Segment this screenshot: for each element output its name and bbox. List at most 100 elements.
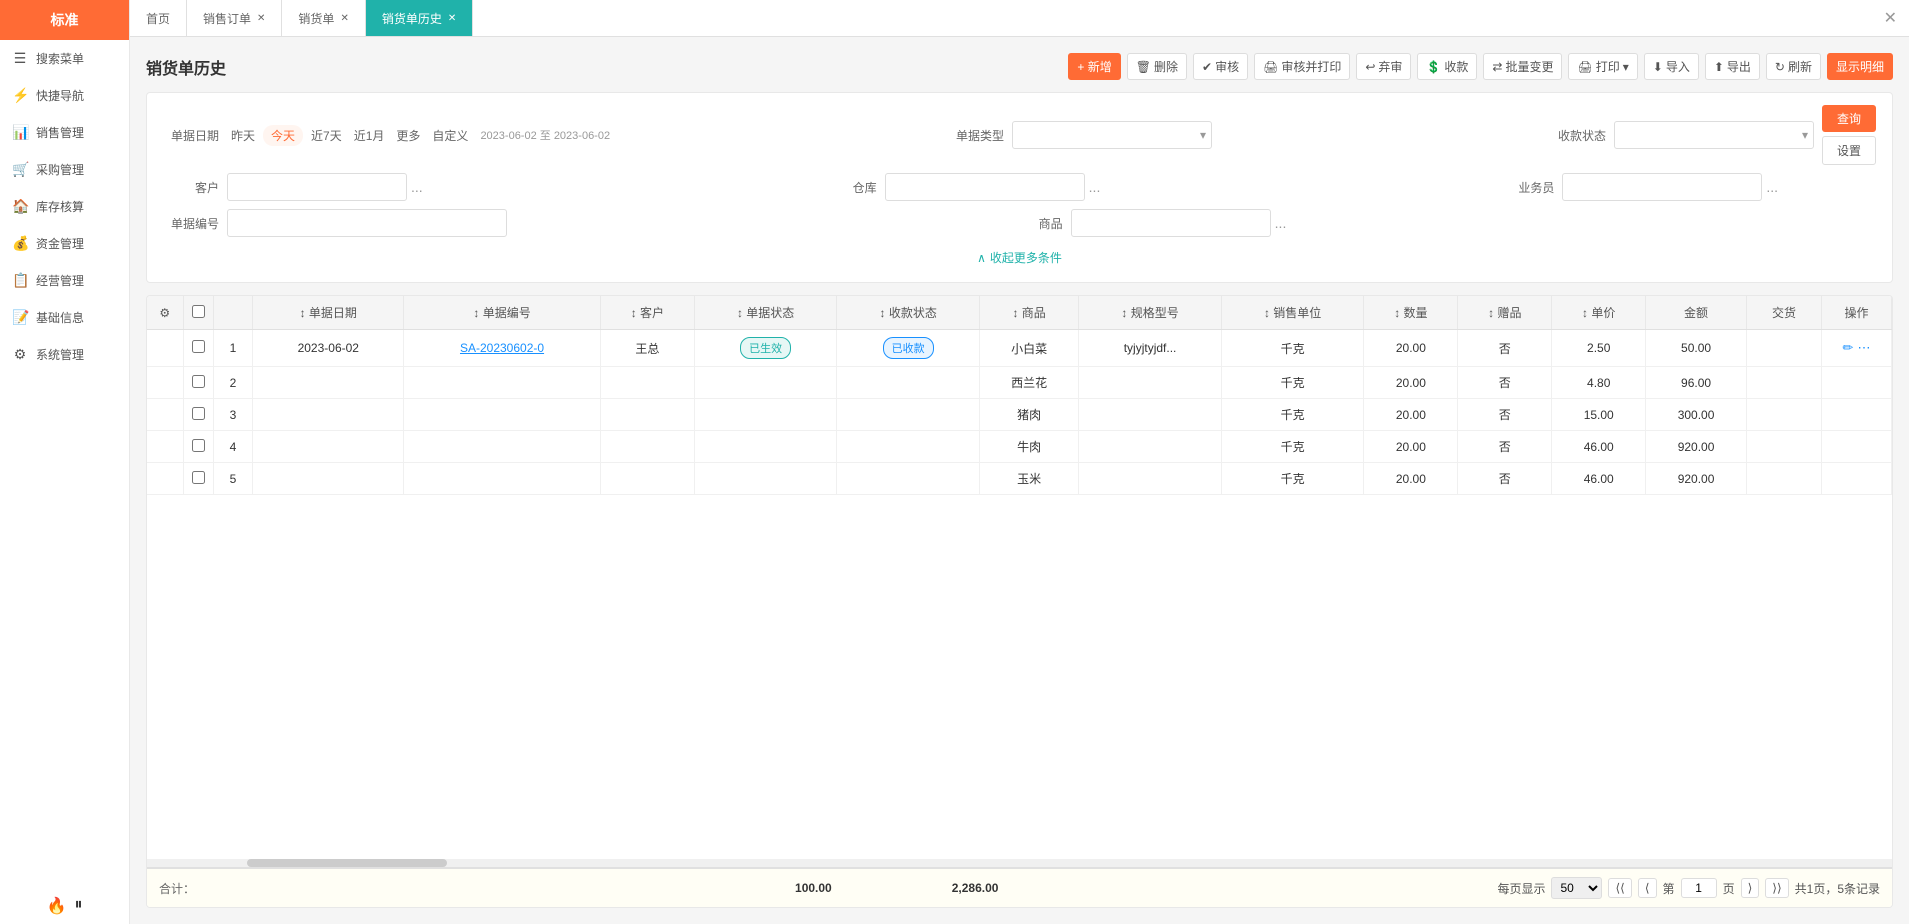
approve-print-button[interactable]: 🖨 审核并打印	[1254, 53, 1350, 80]
row-checkbox-4[interactable]	[192, 471, 205, 484]
sidebar-item-search-menu[interactable]: ☰ 搜索菜单	[0, 40, 129, 77]
shortcut-yesterday[interactable]: 昨天	[227, 125, 259, 146]
th-goods[interactable]: ↕ 商品	[979, 296, 1078, 330]
select-all-checkbox[interactable]	[192, 305, 205, 318]
new-button[interactable]: + 新增	[1068, 53, 1120, 80]
more-btn[interactable]: ⋯	[1855, 338, 1872, 357]
td-check[interactable]	[183, 399, 213, 431]
export-button[interactable]: ⬆ 导出	[1705, 53, 1760, 80]
shortcut-7days[interactable]: 近7天	[307, 125, 346, 146]
th-doc-no[interactable]: ↕ 单据编号	[404, 296, 601, 330]
print-button[interactable]: 🖨 打印 ▾	[1568, 53, 1637, 80]
scrollbar-thumb[interactable]	[247, 859, 447, 867]
td-check[interactable]	[183, 367, 213, 399]
sidebar-item-ops-mgmt[interactable]: 📋 经营管理	[0, 262, 129, 299]
td-doc-no[interactable]: SA-20230602-0	[404, 330, 601, 367]
tab-sales-order[interactable]: 销售订单 ✕	[187, 0, 282, 36]
row-checkbox-1[interactable]	[192, 375, 205, 388]
td-check[interactable]	[183, 330, 213, 367]
settings-button[interactable]: 设置	[1822, 136, 1876, 165]
customer-input[interactable]	[227, 173, 407, 201]
edit-btn[interactable]: ✏	[1841, 338, 1856, 357]
delete-button[interactable]: 🗑 删除	[1127, 53, 1187, 80]
sidebar-item-quick-nav[interactable]: ⚡ 快捷导航	[0, 77, 129, 114]
prev-page-btn[interactable]: ⟨	[1638, 878, 1657, 898]
tab-sales-history-close[interactable]: ✕	[448, 13, 456, 24]
sidebar-item-sys-mgmt[interactable]: ⚙ 系统管理	[0, 336, 129, 373]
collapse-filter-button[interactable]: ∧ 收起更多条件	[163, 245, 1876, 270]
horizontal-scrollbar[interactable]	[147, 859, 1892, 867]
doc-number-input[interactable]	[227, 209, 507, 237]
td-actions[interactable]	[1822, 431, 1892, 463]
row-checkbox-3[interactable]	[192, 439, 205, 452]
per-page-select[interactable]: 50 100 200	[1551, 877, 1602, 899]
tab-bar: 首页 销售订单 ✕ 销货单 ✕ 销货单历史 ✕ ✕	[130, 0, 1909, 37]
salesperson-select-icon[interactable]: ...	[1766, 179, 1778, 195]
th-qty[interactable]: ↕ 数量	[1364, 296, 1458, 330]
page-input[interactable]	[1681, 878, 1717, 898]
warehouse-input[interactable]	[885, 173, 1085, 201]
next-page-btn[interactable]: ⟩	[1741, 878, 1760, 898]
th-spec[interactable]: ↕ 规格型号	[1079, 296, 1222, 330]
th-gear[interactable]: ⚙	[147, 296, 183, 330]
th-unit[interactable]: ↕ 销售单位	[1221, 296, 1364, 330]
th-doc-status[interactable]: ↕ 单据状态	[694, 296, 837, 330]
shortcut-1month[interactable]: 近1月	[350, 125, 389, 146]
doc-no-link[interactable]: SA-20230602-0	[460, 341, 544, 355]
refresh-button[interactable]: ↻ 刷新	[1766, 53, 1821, 80]
payment-status-select[interactable]	[1614, 121, 1814, 149]
show-detail-button[interactable]: 显示明细	[1827, 53, 1893, 80]
import-button[interactable]: ⬇ 导入	[1644, 53, 1699, 80]
sidebar-item-basic-info[interactable]: 📝 基础信息	[0, 299, 129, 336]
td-check[interactable]	[183, 463, 213, 495]
td-spec	[1079, 399, 1222, 431]
first-page-btn[interactable]: ⟨⟨	[1608, 878, 1631, 898]
th-pay-status[interactable]: ↕ 收款状态	[837, 296, 980, 330]
customer-select-icon[interactable]: ...	[411, 179, 423, 195]
batch-change-button[interactable]: ⇄ 批量变更	[1483, 53, 1562, 80]
pause-icon[interactable]: ⏸	[74, 896, 82, 916]
fire-icon[interactable]: 🔥	[47, 896, 67, 916]
sidebar-item-inventory[interactable]: 🏠 库存核算	[0, 188, 129, 225]
basic-info-icon: 📝	[12, 309, 28, 326]
approve-button[interactable]: ✔ 审核	[1193, 53, 1248, 80]
goods-input[interactable]	[1071, 209, 1271, 237]
td-actions[interactable]	[1822, 367, 1892, 399]
sidebar-item-finance[interactable]: 💰 资金管理	[0, 225, 129, 262]
th-price[interactable]: ↕ 单价	[1552, 296, 1646, 330]
th-gift[interactable]: ↕ 赠品	[1458, 296, 1552, 330]
td-customer	[600, 367, 694, 399]
tab-home[interactable]: 首页	[130, 0, 187, 36]
doc-type-select[interactable]	[1012, 121, 1212, 149]
collect-button[interactable]: 💲 收款	[1417, 53, 1477, 80]
page-label: 第	[1663, 880, 1675, 897]
last-page-btn[interactable]: ⟩⟩	[1765, 878, 1788, 898]
goods-select-icon[interactable]: ...	[1275, 215, 1287, 231]
sidebar-item-sales-mgmt[interactable]: 📊 销售管理	[0, 114, 129, 151]
td-doc-status: 已生效	[694, 330, 837, 367]
th-check[interactable]	[183, 296, 213, 330]
table-scroll[interactable]: ⚙ ↕ 单据日期 ↕ 单据编号 ↕ 客户 ↕ 单据状态 ↕ 收款状态 ↕ 商品 …	[147, 296, 1892, 859]
abandon-button[interactable]: ↩ 弃审	[1356, 53, 1411, 80]
row-checkbox-0[interactable]	[192, 340, 205, 353]
warehouse-select-icon[interactable]: ...	[1089, 179, 1101, 195]
shortcut-today[interactable]: 今天	[263, 125, 303, 146]
shortcut-more[interactable]: 更多	[392, 125, 424, 146]
tab-sales-history[interactable]: 销货单历史 ✕	[366, 0, 473, 36]
salesperson-input[interactable]	[1562, 173, 1762, 201]
td-check[interactable]	[183, 431, 213, 463]
td-actions[interactable]: ✏⋯	[1822, 330, 1892, 367]
td-actions[interactable]	[1822, 399, 1892, 431]
sidebar-item-purchase-mgmt[interactable]: 🛒 采购管理	[0, 151, 129, 188]
tab-sales-goods-close[interactable]: ✕	[340, 13, 348, 24]
td-actions[interactable]	[1822, 463, 1892, 495]
tab-sales-order-close[interactable]: ✕	[257, 13, 265, 24]
shortcut-custom[interactable]: 自定义	[428, 125, 472, 146]
th-customer[interactable]: ↕ 客户	[600, 296, 694, 330]
tab-sales-goods[interactable]: 销货单 ✕	[282, 0, 365, 36]
td-trade	[1746, 463, 1821, 495]
close-all-tabs-button[interactable]: ✕	[1872, 8, 1909, 28]
row-checkbox-2[interactable]	[192, 407, 205, 420]
query-button[interactable]: 查询	[1822, 105, 1876, 132]
th-date[interactable]: ↕ 单据日期	[253, 296, 404, 330]
